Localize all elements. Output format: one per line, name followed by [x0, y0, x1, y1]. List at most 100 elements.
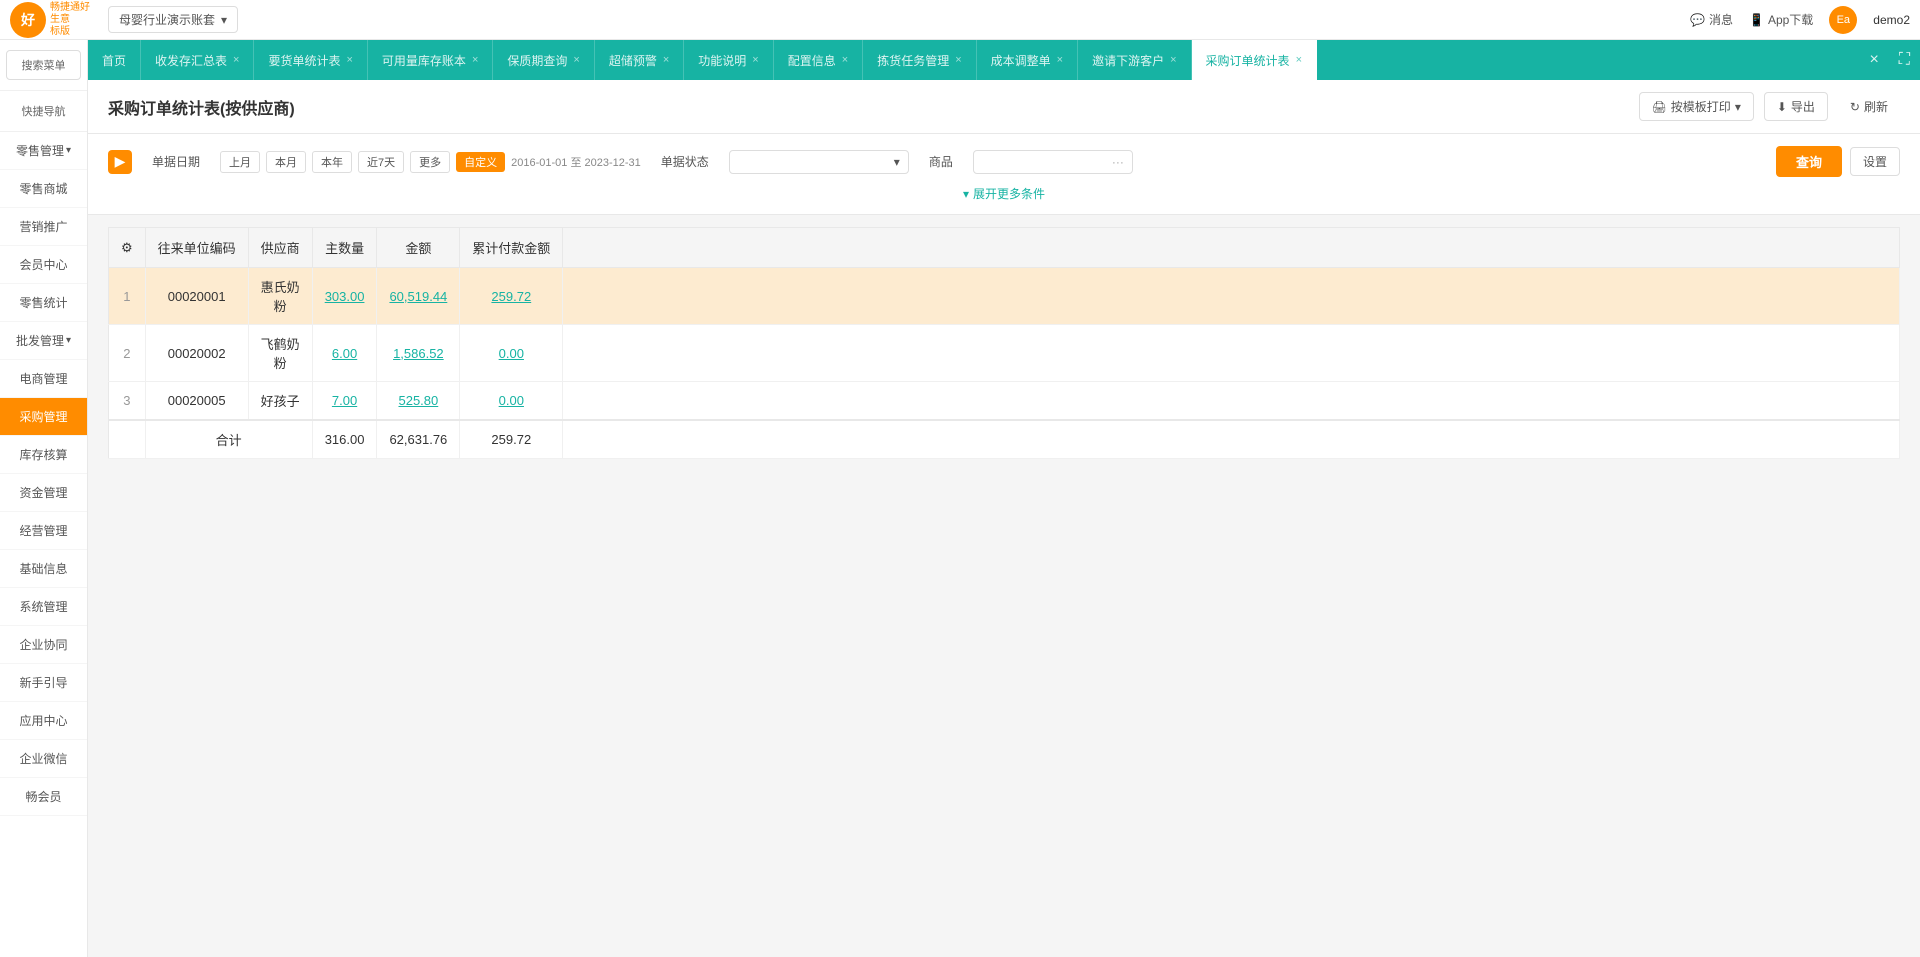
nav-tab-10[interactable]: 邀请下游客户 ×: [1078, 40, 1191, 80]
sidebar-item-16[interactable]: 企业微信: [0, 740, 87, 778]
export-button[interactable]: ⬇ 导出: [1764, 92, 1828, 121]
sidebar-item-7[interactable]: 采购管理: [0, 398, 87, 436]
sidebar-item-6[interactable]: 电商管理: [0, 360, 87, 398]
table-row[interactable]: 3 00020005 好孩子 7.00 525.80 0.00: [109, 382, 1900, 421]
sidebar-item-label: 营销推广: [19, 220, 67, 234]
sidebar-item-label: 零售管理: [16, 142, 64, 159]
logo-text: 畅捷通好生意 标版: [50, 2, 98, 38]
sidebar-item-3[interactable]: 会员中心: [0, 246, 87, 284]
sidebar-item-8[interactable]: 库存核算: [0, 436, 87, 474]
query-button[interactable]: 查询: [1776, 146, 1842, 177]
this-month-button[interactable]: 本月: [266, 151, 306, 173]
tab-close-button[interactable]: ×: [573, 54, 579, 66]
nav-tab-11[interactable]: 采购订单统计表×: [1192, 40, 1317, 80]
nav-tab-3[interactable]: 可用量库存账本×: [368, 40, 493, 80]
cell-empty: [563, 382, 1900, 421]
export-icon: ⬇: [1777, 100, 1787, 114]
cell-quantity: 6.00: [312, 325, 377, 382]
tab-close-button[interactable]: ×: [752, 54, 758, 66]
tab-close-button[interactable]: ×: [1057, 54, 1063, 66]
nav-tab-4[interactable]: 保质期查询×: [493, 40, 594, 80]
th-paid-amount: 累计付款金额: [460, 228, 563, 268]
tab-close-button[interactable]: ×: [233, 54, 239, 66]
table-footer-row: 合计 316.00 62,631.76 259.72: [109, 420, 1900, 459]
sidebar-item-9[interactable]: 资金管理: [0, 474, 87, 512]
this-year-button[interactable]: 本年: [312, 151, 352, 173]
workspace-selector[interactable]: 母婴行业演示账套 ▾: [108, 6, 238, 33]
close-all-tabs-button[interactable]: ×: [1859, 40, 1888, 80]
sidebar-item-12[interactable]: 系统管理: [0, 588, 87, 626]
sidebar-item-17[interactable]: 畅会员: [0, 778, 87, 816]
sidebar-item-label: 经营管理: [19, 524, 67, 538]
quick-nav-button[interactable]: 快捷导航: [0, 97, 87, 125]
sidebar-item-5[interactable]: 批发管理▾: [0, 322, 87, 360]
messages-button[interactable]: 💬 消息: [1690, 11, 1733, 28]
last-7-days-button[interactable]: 近7天: [358, 151, 404, 173]
nav-tab-8[interactable]: 拣货任务管理×: [863, 40, 976, 80]
sidebar-item-14[interactable]: 新手引导: [0, 664, 87, 702]
nav-tab-5[interactable]: 超储预警×: [595, 40, 684, 80]
goods-filter-label: 商品: [929, 153, 953, 170]
date-filter-label: 单据日期: [152, 153, 200, 170]
refresh-button[interactable]: ↻ 刷新: [1838, 93, 1900, 120]
tab-close-button[interactable]: ×: [1296, 54, 1302, 66]
expand-more-button[interactable]: ▾ 展开更多条件: [963, 185, 1045, 202]
nav-tabs: 首页收发存汇总表×要货单统计表×可用量库存账本×保质期查询×超储预警×功能说明×…: [88, 40, 1920, 80]
tab-close-button[interactable]: ×: [346, 54, 352, 66]
filter-right-actions: 查询 设置: [1776, 146, 1900, 177]
message-icon: 💬: [1690, 13, 1705, 27]
date-range-text: 2016-01-01 至 2023-12-31: [511, 154, 641, 170]
status-select[interactable]: ▾: [729, 150, 909, 174]
th-code: 往来单位编码: [145, 228, 248, 268]
table-row[interactable]: 2 00020002 飞鹤奶粉 6.00 1,586.52 0.00: [109, 325, 1900, 382]
app-download-button[interactable]: 📱 App下载: [1749, 11, 1813, 28]
last-month-button[interactable]: 上月: [220, 151, 260, 173]
chevron-down-icon: ▾: [963, 187, 969, 201]
page-header-actions: 🖨 按模板打印 ▾ ⬇ 导出 ↻ 刷新: [1639, 92, 1900, 121]
avatar[interactable]: Ea: [1829, 6, 1857, 34]
more-dates-button[interactable]: 更多: [410, 151, 450, 173]
cell-code: 00020005: [145, 382, 248, 421]
cell-supplier: 飞鹤奶粉: [248, 325, 312, 382]
tab-label: 邀请下游客户: [1092, 52, 1164, 69]
tab-close-button[interactable]: ×: [1170, 54, 1176, 66]
sidebar-item-1[interactable]: 零售商城: [0, 170, 87, 208]
tab-close-button[interactable]: ×: [472, 54, 478, 66]
filter-toggle-button[interactable]: ▶: [108, 150, 132, 174]
table-container: ⚙ 往来单位编码 供应商 主数量 金额 累计付款金额 1 00020001 惠氏…: [88, 215, 1920, 957]
tab-close-button[interactable]: ×: [663, 54, 669, 66]
tab-label: 要货单统计表: [268, 52, 340, 69]
nav-tab-6[interactable]: 功能说明 ×: [684, 40, 773, 80]
chevron-down-icon: ▾: [66, 145, 71, 156]
print-button[interactable]: 🖨 按模板打印 ▾: [1639, 92, 1754, 121]
tab-close-button[interactable]: ×: [842, 54, 848, 66]
sidebar-item-label: 电商管理: [19, 372, 67, 386]
tab-close-button[interactable]: ×: [955, 54, 961, 66]
tab-label: 功能说明: [698, 52, 746, 69]
username-label[interactable]: demo2: [1873, 13, 1910, 27]
cell-empty: [563, 268, 1900, 325]
cell-amount: 525.80: [377, 382, 460, 421]
settings-button[interactable]: 设置: [1850, 147, 1900, 176]
custom-date-badge[interactable]: 自定义: [456, 152, 505, 172]
nav-tab-1[interactable]: 收发存汇总表×: [141, 40, 254, 80]
nav-tab-2[interactable]: 要货单统计表 ×: [254, 40, 367, 80]
nav-tab-9[interactable]: 成本调整单×: [977, 40, 1078, 80]
sidebar-item-0[interactable]: 零售管理▾: [0, 132, 87, 170]
nav-tab-0[interactable]: 首页: [88, 40, 141, 80]
search-menu-button[interactable]: 搜索菜单: [6, 50, 81, 80]
sidebar-item-10[interactable]: 经营管理: [0, 512, 87, 550]
th-amount: 金额: [377, 228, 460, 268]
sidebar-item-label: 资金管理: [19, 486, 67, 500]
cell-empty: [563, 325, 1900, 382]
sidebar-item-4[interactable]: 零售统计: [0, 284, 87, 322]
nav-tab-7[interactable]: 配置信息×: [774, 40, 863, 80]
sidebar-item-15[interactable]: 应用中心: [0, 702, 87, 740]
sidebar-item-11[interactable]: 基础信息: [0, 550, 87, 588]
sidebar-item-13[interactable]: 企业协同: [0, 626, 87, 664]
table-row[interactable]: 1 00020001 惠氏奶粉 303.00 60,519.44 259.72: [109, 268, 1900, 325]
expand-tabs-button[interactable]: ⛶: [1889, 40, 1920, 80]
goods-input[interactable]: ···: [973, 150, 1133, 174]
sidebar-item-2[interactable]: 营销推广: [0, 208, 87, 246]
app-icon: 📱: [1749, 13, 1764, 27]
